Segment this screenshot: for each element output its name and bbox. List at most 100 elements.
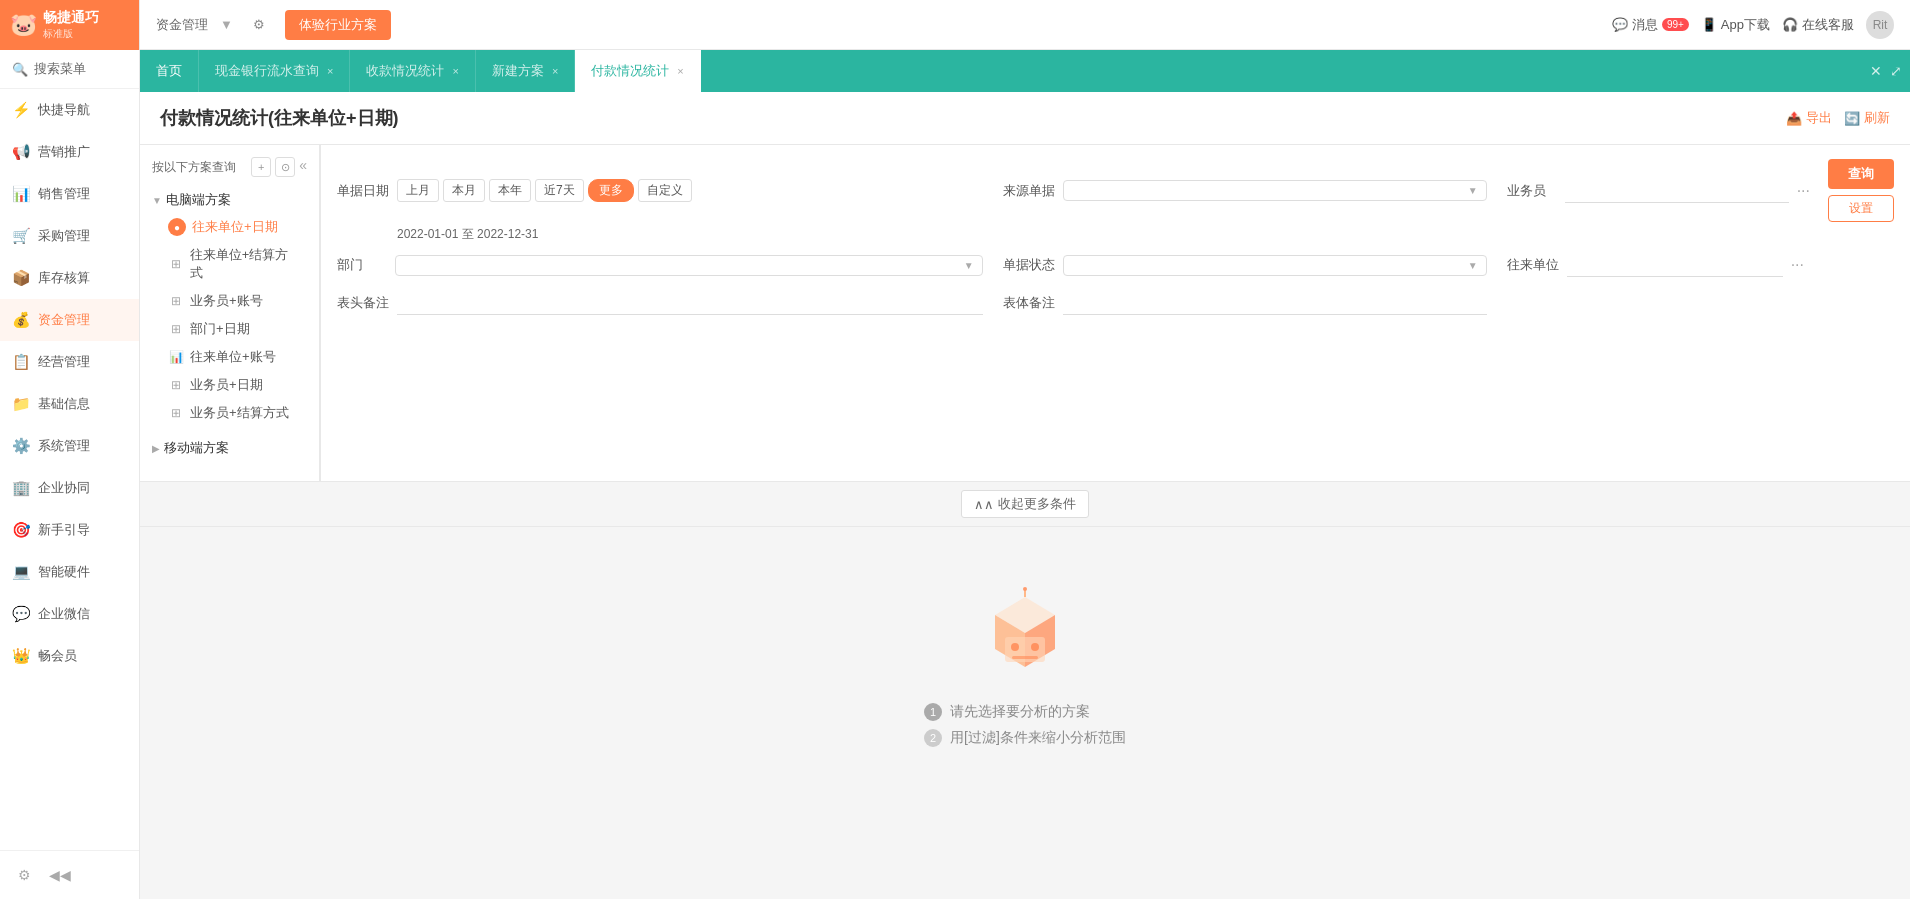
empty-tip-2: 2 用[过滤]条件来缩小分析范围 [924,729,1126,747]
staff-input[interactable] [1565,179,1789,203]
sidebar-search[interactable]: 🔍 搜索菜单 [0,50,139,89]
filter-item-partner: 往来单位 ··· [1507,253,1894,277]
system-icon: ⚙️ [12,437,30,455]
user-avatar[interactable]: Rit [1866,11,1894,39]
tab-new-scheme-close[interactable]: × [552,65,558,77]
dept-select[interactable]: ▼ [395,255,983,276]
sidebar-item-finance[interactable]: 💰 资金管理 [0,299,139,341]
collapse-bar: ∧∧ 收起更多条件 [140,482,1910,527]
partner-label: 往来单位 [1507,256,1559,274]
topbar-settings-btn[interactable]: ⚙ [245,11,273,39]
sidebar-item-hardware[interactable]: 💻 智能硬件 [0,551,139,593]
date-btn-this-month[interactable]: 本月 [443,179,485,202]
settings-btn[interactable]: 设置 [1828,195,1894,222]
scheme-group-desktop-title[interactable]: ▼ 电脑端方案 [152,187,307,213]
tab-bank-flow-label: 现金银行流水查询 [215,62,319,80]
scheme-group-mobile-title[interactable]: ▶ 移动端方案 [152,435,307,461]
sidebar-settings-btn[interactable]: ⚙ [10,861,38,889]
tab-bank-flow[interactable]: 现金银行流水查询 × [199,50,350,92]
source-select[interactable]: ▼ [1063,180,1487,201]
tab-maximize-icon[interactable]: ⤢ [1890,63,1902,79]
sidebar-item-operations[interactable]: 📋 经营管理 [0,341,139,383]
sidebar-item-member[interactable]: 👑 畅会员 [0,635,139,677]
sidebar-item-label: 畅会员 [38,647,77,665]
date-btn-last-month[interactable]: 上月 [397,179,439,202]
note-header-input[interactable] [397,291,983,315]
filter-item-staff: 业务员 ··· 查询 设置 [1507,159,1894,222]
filter-item-status: 单据状态 ▼ [1003,255,1487,276]
tab-payment-stats[interactable]: 付款情况统计 × [575,50,700,92]
sidebar-item-inventory[interactable]: 📦 库存核算 [0,257,139,299]
sidebar-search-label: 搜索菜单 [34,60,86,78]
sidebar-item-marketing[interactable]: 📢 营销推广 [0,131,139,173]
date-btn-7days[interactable]: 近7天 [535,179,584,202]
note-body-input[interactable] [1063,291,1487,315]
sidebar-item-system[interactable]: ⚙️ 系统管理 [0,425,139,467]
main-area: 资金管理 ▼ ⚙ 体验行业方案 💬 消息 99+ 📱 App下载 🎧 在线客服 … [140,0,1910,899]
tab-new-scheme[interactable]: 新建方案 × [476,50,575,92]
scheme-table-icon: ⊞ [168,256,184,272]
messages-label: 消息 [1632,16,1658,34]
export-icon: 📤 [1786,111,1802,126]
sidebar-collapse-btn[interactable]: ◀◀ [46,861,74,889]
sidebar-item-sales[interactable]: 📊 销售管理 [0,173,139,215]
scheme-item-staff-settle[interactable]: ⊞ 业务员+结算方式 [152,399,307,427]
partner-dots[interactable]: ··· [1791,256,1804,274]
date-btn-this-year[interactable]: 本年 [489,179,531,202]
scheme-item-label: 业务员+账号 [190,292,263,310]
scheme-item-label: 往来单位+账号 [190,348,276,366]
svg-point-5 [1031,643,1039,651]
sidebar-item-guide[interactable]: 🎯 新手引导 [0,509,139,551]
messages-btn[interactable]: 💬 消息 99+ [1612,16,1689,34]
sidebar-item-basic-info[interactable]: 📁 基础信息 [0,383,139,425]
scheme-item-partner-account[interactable]: 📊 往来单位+账号 [152,343,307,371]
sidebar-item-purchase[interactable]: 🛒 采购管理 [0,215,139,257]
export-btn[interactable]: 📤 导出 [1786,109,1832,127]
scheme-header-icons: + ⊙ « [251,157,307,177]
collapse-conditions-btn[interactable]: ∧∧ 收起更多条件 [961,490,1089,518]
dept-arrow-icon: ▼ [964,260,974,271]
filter-row-1: 单据日期 上月 本月 本年 近7天 更多 自定义 来源单据 [337,159,1894,222]
status-select[interactable]: ▼ [1063,255,1487,276]
add-scheme-btn[interactable]: + [251,157,271,177]
try-industry-btn[interactable]: 体验行业方案 [285,10,391,40]
sidebar-item-wechat[interactable]: 💬 企业微信 [0,593,139,635]
filter-item-source: 来源单据 ▼ [1003,180,1487,201]
date-btn-more[interactable]: 更多 [588,179,634,202]
sidebar-item-label: 智能硬件 [38,563,90,581]
date-range-display: 2022-01-01 至 2022-12-31 [337,226,1894,243]
scheme-item-dept-date[interactable]: ⊞ 部门+日期 [152,315,307,343]
staff-dots[interactable]: ··· [1797,182,1810,200]
partner-input[interactable] [1567,253,1783,277]
tab-bank-flow-close[interactable]: × [327,65,333,77]
app-download-btn[interactable]: 📱 App下载 [1701,16,1770,34]
online-service-btn[interactable]: 🎧 在线客服 [1782,16,1854,34]
date-btn-custom[interactable]: 自定义 [638,179,692,202]
collapse-scheme-btn[interactable]: « [299,157,307,177]
quick-nav-icon: ⚡ [12,101,30,119]
tab-home[interactable]: 首页 [140,50,199,92]
sidebar-item-quick-nav[interactable]: ⚡ 快捷导航 [0,89,139,131]
query-btn[interactable]: 查询 [1828,159,1894,189]
inventory-icon: 📦 [12,269,30,287]
status-label: 单据状态 [1003,256,1055,274]
dept-label: 部门 [337,256,387,274]
tab-collection-stats[interactable]: 收款情况统计 × [350,50,475,92]
refresh-btn[interactable]: 🔄 刷新 [1844,109,1890,127]
tab-payment-stats-close[interactable]: × [677,65,683,77]
sidebar-item-label: 销售管理 [38,185,90,203]
scheme-item-staff-date[interactable]: ⊞ 业务员+日期 [152,371,307,399]
settings-scheme-btn[interactable]: ⊙ [275,157,295,177]
page-header-actions: 📤 导出 🔄 刷新 [1786,109,1890,127]
basic-info-icon: 📁 [12,395,30,413]
svg-rect-6 [1012,656,1038,659]
tab-collection-stats-close[interactable]: × [452,65,458,77]
tab-close-all-icon[interactable]: ✕ [1870,63,1882,79]
scheme-table-icon: ⊞ [168,321,184,337]
scheme-item-partner-settle[interactable]: ⊞ 往来单位+结算方式 [152,241,307,287]
tabbar: 首页 现金银行流水查询 × 收款情况统计 × 新建方案 × 付款情况统计 × ✕… [140,50,1910,92]
scheme-item-staff-account[interactable]: ⊞ 业务员+账号 [152,287,307,315]
sidebar-item-label: 企业微信 [38,605,90,623]
scheme-item-partner-date[interactable]: ● 往来单位+日期 [152,213,307,241]
sidebar-item-enterprise[interactable]: 🏢 企业协同 [0,467,139,509]
